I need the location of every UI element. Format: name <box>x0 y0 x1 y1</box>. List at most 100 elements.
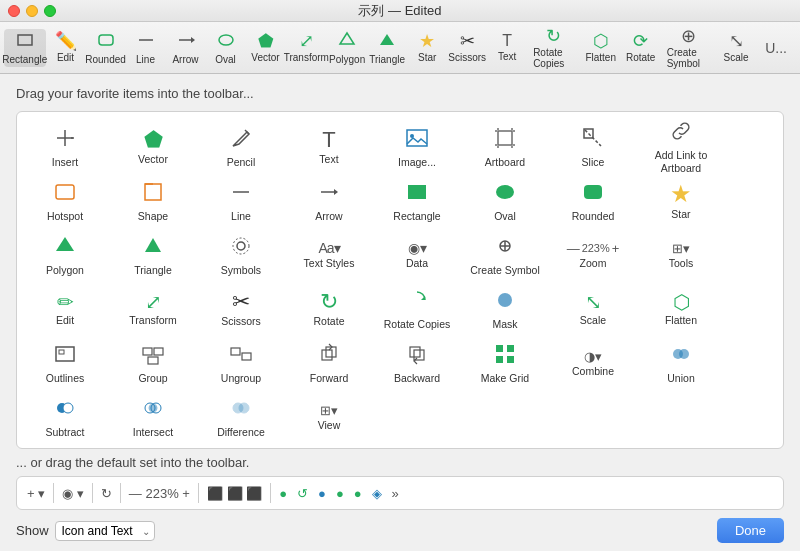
grid-flatten[interactable]: ⬡ Flatten <box>637 282 725 336</box>
strip-forward-backward[interactable]: ⬛ ⬛ ⬛ <box>203 484 266 503</box>
toolbar-vector[interactable]: ⬟ Vector <box>246 30 286 65</box>
toolbar-star[interactable]: ★ Star <box>407 30 447 65</box>
grid-data[interactable]: ◉▾ Data <box>373 228 461 282</box>
grid-show-slices[interactable]: Show Slices <box>285 444 373 449</box>
grid-subtract[interactable]: Subtract <box>21 390 109 444</box>
grid-zoom[interactable]: —223%+ Zoom <box>549 228 637 282</box>
strip-green3[interactable]: ● <box>332 484 348 503</box>
strip-more[interactable]: » <box>388 484 403 503</box>
strip-green4[interactable]: ● <box>350 484 366 503</box>
grid-rotate[interactable]: ↻ Rotate <box>285 282 373 336</box>
toolbar-line[interactable]: Line <box>126 29 166 67</box>
grid-line[interactable]: Line <box>197 174 285 228</box>
toolbar-more[interactable]: U... <box>756 39 796 57</box>
close-button[interactable] <box>8 5 20 17</box>
grid-vector[interactable]: ⬟ Vector <box>109 120 197 174</box>
grid-transform[interactable]: ⤢ Transform <box>109 282 197 336</box>
svg-marker-31 <box>56 237 74 251</box>
grid-show-layout[interactable]: Show Layout <box>549 444 637 449</box>
toolbar-edit[interactable]: ✏️ Edit <box>46 30 86 65</box>
strip-insert[interactable]: + ▾ <box>23 484 49 503</box>
strip-green1[interactable]: ● <box>275 484 291 503</box>
maximize-button[interactable] <box>44 5 56 17</box>
grid-show-pixels[interactable]: Show Pixels <box>21 444 109 449</box>
grid-preview[interactable]: Preview <box>637 444 725 449</box>
done-button[interactable]: Done <box>717 518 784 543</box>
minimize-button[interactable] <box>26 5 38 17</box>
toolbar-rectangle[interactable]: Rectangle <box>4 29 46 67</box>
grid-shape[interactable]: Shape <box>109 174 197 228</box>
grid-scissors[interactable]: ✂ Scissors <box>197 282 285 336</box>
strip-zoom[interactable]: — 223% + <box>125 484 194 503</box>
toolbar-rotate[interactable]: ⟳ Rotate <box>621 30 661 65</box>
strip-blue[interactable]: ● <box>314 484 330 503</box>
grid-edit[interactable]: ✏ Edit <box>21 282 109 336</box>
title-bar: 示列 — Edited <box>0 0 800 22</box>
grid-combine[interactable]: ◑▾ Combine <box>549 336 637 390</box>
grid-triangle[interactable]: Triangle <box>109 228 197 282</box>
bottom-bar: Show Icon and Text Icon Only Text Only D… <box>16 518 784 543</box>
grid-rounded[interactable]: Rounded <box>549 174 637 228</box>
grid-pencil[interactable]: Pencil <box>197 120 285 174</box>
toolbar-create-symbol[interactable]: ⊕ Create Symbol <box>661 25 716 71</box>
show-dropdown-wrapper[interactable]: Icon and Text Icon Only Text Only <box>55 521 155 541</box>
strip-blue2[interactable]: ◈ <box>368 484 386 503</box>
toolbar-flatten[interactable]: ⬡ Flatten <box>581 30 621 65</box>
svg-point-56 <box>679 349 689 359</box>
grid-polygon[interactable]: Polygon <box>21 228 109 282</box>
grid-backward[interactable]: Backward <box>373 336 461 390</box>
grid-insert[interactable]: Insert <box>21 120 109 174</box>
grid-union[interactable]: Union <box>637 336 725 390</box>
default-toolbar-strip: + ▾ ◉ ▾ ↻ — 223% + ⬛ ⬛ ⬛ ● ↺ ● ● ● ◈ » <box>16 476 784 510</box>
strip-rotate-copies[interactable]: ↻ <box>97 484 116 503</box>
grid-tools[interactable]: ⊞▾ Tools <box>637 228 725 282</box>
grid-oval[interactable]: Oval <box>461 174 549 228</box>
grid-round-to-pixel[interactable]: Round To Pixel <box>109 444 197 449</box>
toolbar-oval[interactable]: Oval <box>206 29 246 67</box>
strip-symbols[interactable]: ◉ ▾ <box>58 484 88 503</box>
toolbar-scale[interactable]: ⤡ Scale <box>716 30 756 65</box>
grid-show-prototyping[interactable]: Show Prototyping <box>373 444 461 449</box>
toolbar-polygon[interactable]: Polygon <box>327 29 367 67</box>
grid-star[interactable]: ★ Star <box>637 174 725 228</box>
grid-row-3: Polygon Triangle Symbols Aa▾ Text Styles… <box>21 228 779 282</box>
grid-add-link[interactable]: Add Link to Artboard <box>637 120 725 174</box>
grid-outlines[interactable]: Outlines <box>21 336 109 390</box>
grid-intersect[interactable]: Intersect <box>109 390 197 444</box>
grid-hotspot[interactable]: Hotspot <box>21 174 109 228</box>
toolbar-triangle[interactable]: Triangle <box>367 29 407 67</box>
toolbar-transform[interactable]: ⤢ Transform <box>286 30 328 65</box>
svg-point-39 <box>498 293 512 307</box>
toolbar-scissors[interactable]: ✂ Scissors <box>447 30 487 65</box>
grid-show-grid[interactable]: Show Grid <box>461 444 549 449</box>
grid-group[interactable]: Group <box>109 336 197 390</box>
grid-difference[interactable]: Difference <box>197 390 285 444</box>
svg-marker-7 <box>380 34 394 45</box>
svg-point-33 <box>237 242 245 250</box>
toolbar-rounded[interactable]: Rounded <box>86 29 126 67</box>
grid-mask[interactable]: Mask <box>461 282 549 336</box>
toolbar-rotate-copies[interactable]: ↻ Rotate Copies <box>527 25 581 71</box>
toolbar-arrow[interactable]: Arrow <box>166 29 206 67</box>
grid-ungroup[interactable]: Ungroup <box>197 336 285 390</box>
grid-create-symbol[interactable]: Create Symbol <box>461 228 549 282</box>
svg-rect-51 <box>496 345 503 352</box>
grid-symbols[interactable]: Symbols <box>197 228 285 282</box>
grid-view[interactable]: ⊞▾ View <box>285 390 373 444</box>
grid-make-grid[interactable]: Make Grid <box>461 336 549 390</box>
grid-artboard[interactable]: Artboard <box>461 120 549 174</box>
toolbar-text[interactable]: T Text <box>487 31 527 64</box>
window-title: 示列 — Edited <box>358 2 441 20</box>
grid-rectangle[interactable]: Rectangle <box>373 174 461 228</box>
grid-image[interactable]: Image... <box>373 120 461 174</box>
grid-rotate-copies[interactable]: Rotate Copies <box>373 282 461 336</box>
grid-text[interactable]: T Text <box>285 120 373 174</box>
grid-arrow[interactable]: Arrow <box>285 174 373 228</box>
grid-slice[interactable]: Slice <box>549 120 637 174</box>
show-select[interactable]: Icon and Text Icon Only Text Only <box>55 521 155 541</box>
grid-forward[interactable]: Forward <box>285 336 373 390</box>
grid-show-rulers[interactable]: Show Rulers <box>197 444 285 449</box>
grid-scale[interactable]: ⤡ Scale <box>549 282 637 336</box>
grid-text-styles[interactable]: Aa▾ Text Styles <box>285 228 373 282</box>
strip-green2[interactable]: ↺ <box>293 484 312 503</box>
